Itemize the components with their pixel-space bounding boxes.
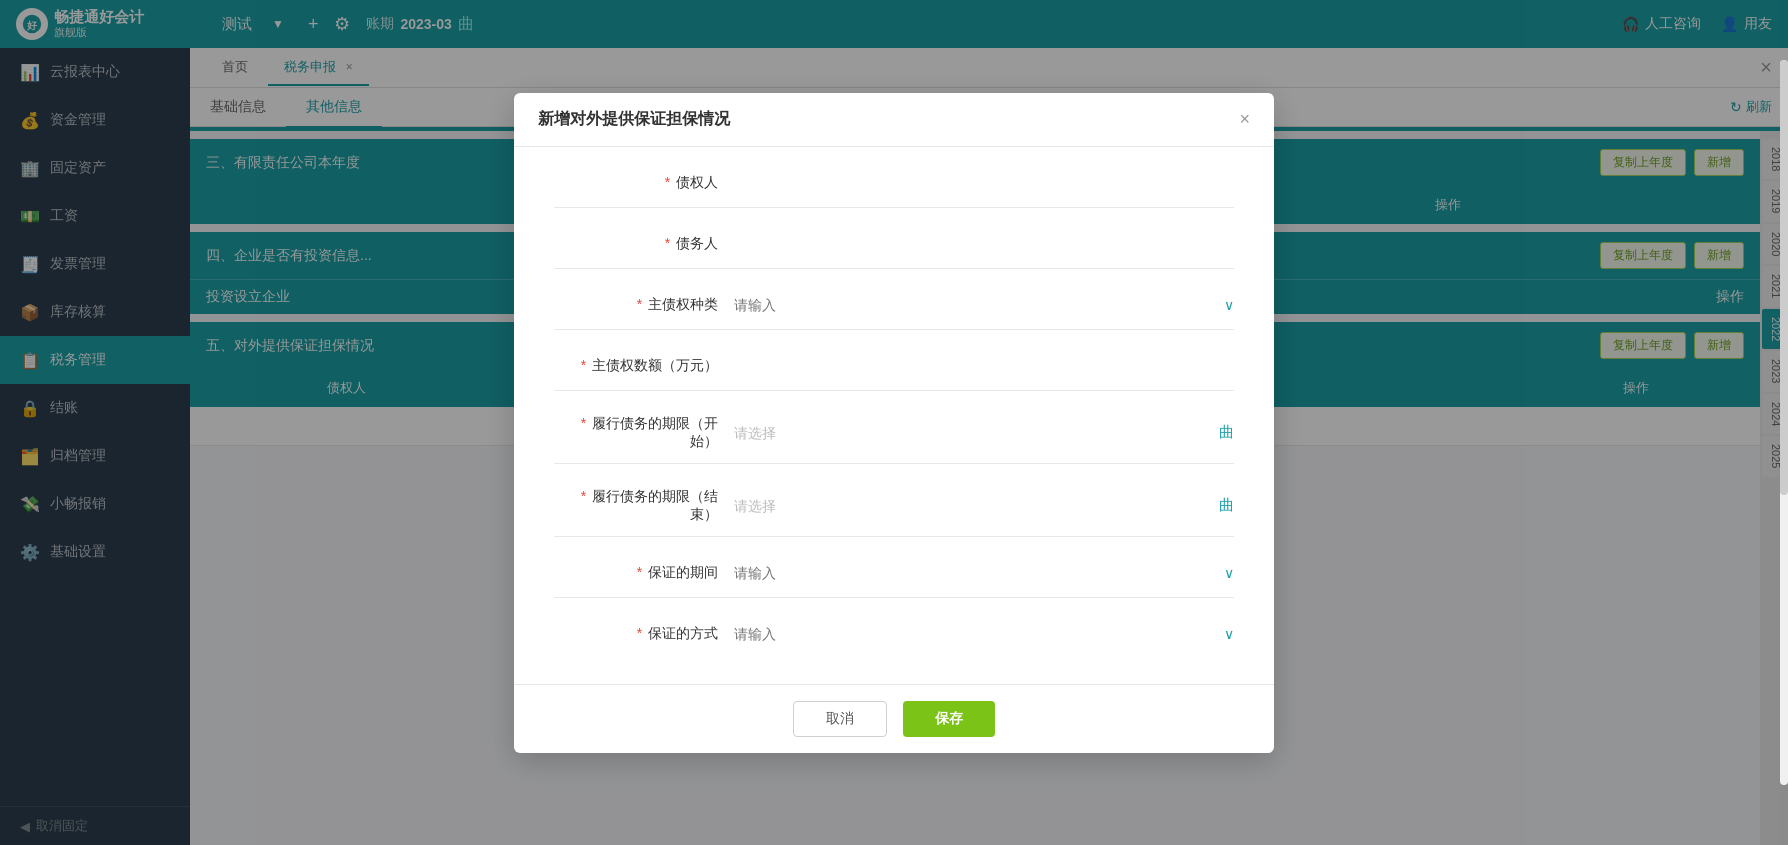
- form-row-debtor: * 债务人: [554, 232, 1234, 269]
- period-end-calendar-icon[interactable]: 曲: [1219, 496, 1234, 515]
- debtor-label: * 债务人: [554, 235, 734, 253]
- add-guarantee-modal: 新增对外提供保证担保情况 × * 债权人 * 债务人: [514, 93, 1274, 753]
- form-row-period-start: * 履行债务的期限（开始） 曲: [554, 415, 1234, 464]
- form-row-guarantee-period: * 保证的期间 ∨: [554, 561, 1234, 598]
- guarantee-period-wrapper: ∨: [734, 561, 1234, 585]
- debt-amount-label: * 主债权数额（万元）: [554, 357, 734, 375]
- debt-type-chevron-icon[interactable]: ∨: [1224, 297, 1234, 313]
- debt-type-select-wrapper: ∨: [734, 293, 1234, 317]
- cancel-button[interactable]: 取消: [793, 701, 887, 737]
- form-row-guarantee-method: * 保证的方式 ∨: [554, 622, 1234, 658]
- save-button[interactable]: 保存: [903, 701, 995, 737]
- debt-type-label: * 主债权种类: [554, 296, 734, 314]
- modal-close-button[interactable]: ×: [1239, 109, 1250, 130]
- debt-amount-input[interactable]: [734, 354, 1234, 378]
- period-start-label: * 履行债务的期限（开始）: [554, 415, 734, 451]
- period-end-input[interactable]: [734, 494, 1219, 518]
- debt-type-input[interactable]: [734, 293, 1224, 317]
- form-row-creditor: * 债权人: [554, 171, 1234, 208]
- period-start-calendar-icon[interactable]: 曲: [1219, 423, 1234, 442]
- period-start-input[interactable]: [734, 421, 1219, 445]
- creditor-input[interactable]: [734, 171, 1234, 195]
- form-row-period-end: * 履行债务的期限（结束） 曲: [554, 488, 1234, 537]
- form-row-debt-type: * 主债权种类 ∨: [554, 293, 1234, 330]
- guarantee-period-input[interactable]: [734, 561, 1224, 585]
- modal-overlay: 新增对外提供保证担保情况 × * 债权人 * 债务人: [0, 0, 1788, 845]
- debtor-input[interactable]: [734, 232, 1234, 256]
- guarantee-method-chevron-icon[interactable]: ∨: [1224, 626, 1234, 642]
- modal-header: 新增对外提供保证担保情况 ×: [514, 93, 1274, 147]
- form-row-debt-amount: * 主债权数额（万元）: [554, 354, 1234, 391]
- modal-footer: 取消 保存: [514, 684, 1274, 753]
- guarantee-method-input[interactable]: [734, 622, 1224, 646]
- modal-title: 新增对外提供保证担保情况: [538, 109, 730, 130]
- guarantee-method-wrapper: ∨: [734, 622, 1234, 646]
- guarantee-period-label: * 保证的期间: [554, 564, 734, 582]
- guarantee-period-chevron-icon[interactable]: ∨: [1224, 565, 1234, 581]
- modal-body: * 债权人 * 债务人 * 主债权种类: [514, 147, 1274, 684]
- period-end-wrapper: 曲: [734, 494, 1234, 518]
- period-start-wrapper: 曲: [734, 421, 1234, 445]
- guarantee-method-label: * 保证的方式: [554, 625, 734, 643]
- creditor-label: * 债权人: [554, 174, 734, 192]
- period-end-label: * 履行债务的期限（结束）: [554, 488, 734, 524]
